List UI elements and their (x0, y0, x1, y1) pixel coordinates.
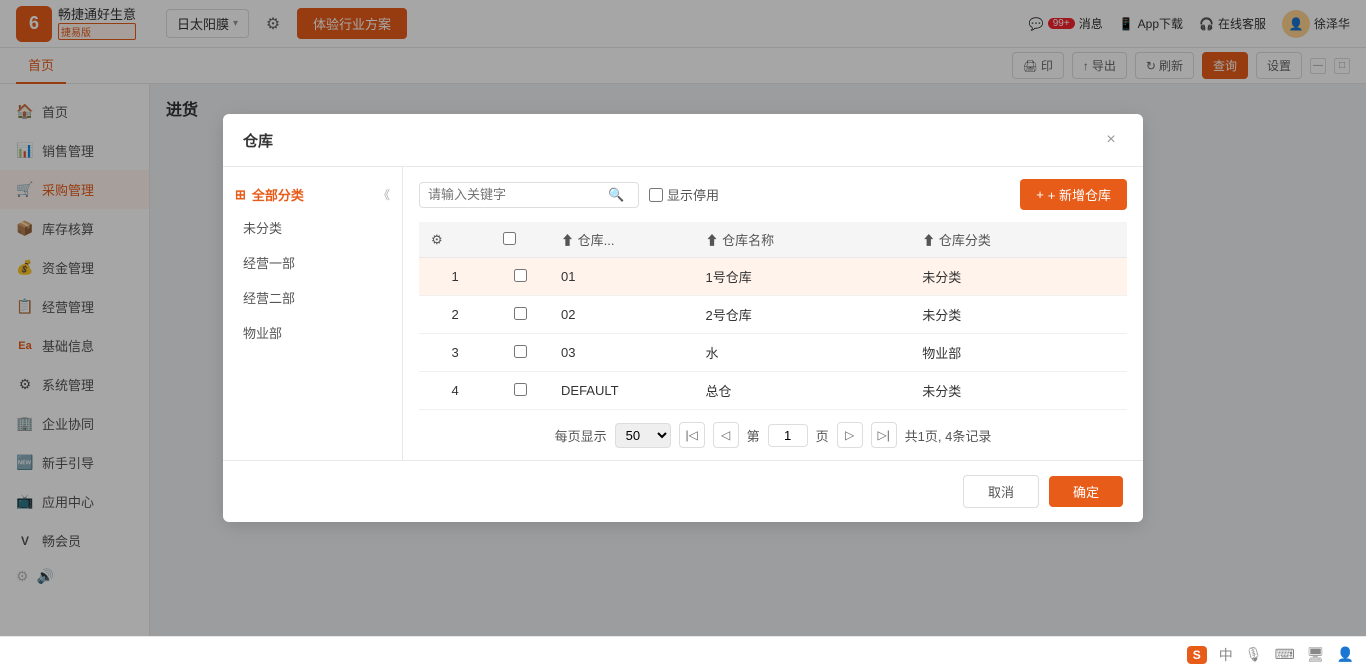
col-header-gear: ⚙ (419, 222, 491, 258)
row-checkbox-2[interactable] (514, 307, 527, 320)
category-all-btn[interactable]: ⊞ 全部分类 (235, 185, 304, 204)
row-code-4: DEFAULT (549, 372, 693, 410)
row-seq-3: 3 (419, 334, 491, 372)
warehouse-modal: 仓库 × ⊞ 全部分类 《 未分类 经营一部 (223, 114, 1143, 522)
row-name-1: 1号仓库 (694, 258, 911, 296)
modal-body: ⊞ 全部分类 《 未分类 经营一部 经营二部 物业部 (223, 167, 1143, 460)
row-checkbox-4[interactable] (514, 383, 527, 396)
row-cat-4: 未分类 (910, 372, 1127, 410)
search-input[interactable] (428, 187, 608, 202)
category-item-property[interactable]: 物业部 (223, 315, 402, 350)
row-name-2: 2号仓库 (694, 296, 911, 334)
col-header-cb (491, 222, 549, 258)
category-item-unclassified[interactable]: 未分类 (223, 210, 402, 245)
row-code-3: 03 (549, 334, 693, 372)
row-cb-3[interactable] (491, 334, 549, 372)
first-page-btn[interactable]: |◁ (679, 422, 705, 448)
col-header-code: ⬆ 仓库... (549, 222, 693, 258)
sort-icon: ⬆ (706, 233, 719, 248)
search-icon[interactable]: 🔍 (608, 187, 624, 203)
new-warehouse-btn[interactable]: + + 新增仓库 (1020, 179, 1127, 210)
row-cat-3: 物业部 (910, 334, 1127, 372)
show-disabled-toggle[interactable]: 显示停用 (649, 185, 719, 204)
show-disabled-checkbox[interactable] (649, 188, 663, 202)
row-seq-2: 2 (419, 296, 491, 334)
modal-close-btn[interactable]: × (1099, 128, 1123, 152)
collapse-btn[interactable]: 《 (378, 186, 390, 203)
modal-footer: 取消 确定 (223, 460, 1143, 522)
status-mic-icon[interactable]: 🎙 (1245, 646, 1263, 663)
table-row[interactable]: 3 03 水 物业部 (419, 334, 1127, 372)
page-word: 第 (747, 426, 760, 445)
status-keyboard-icon[interactable]: ⌨ (1275, 646, 1295, 663)
warehouse-table: ⚙ ⬆ 仓库... ⬆ 仓库名称 (419, 222, 1127, 410)
table-row[interactable]: 2 02 2号仓库 未分类 (419, 296, 1127, 334)
row-checkbox-1[interactable] (514, 269, 527, 282)
table-panel: 🔍 显示停用 + + 新增仓库 (403, 167, 1143, 460)
gear-icon: ⚙ (431, 232, 443, 247)
status-person-icon[interactable]: 👤 (1337, 646, 1354, 663)
cancel-btn[interactable]: 取消 (963, 475, 1039, 508)
modal-title: 仓库 (243, 130, 273, 151)
prev-page-btn[interactable]: ◁ (713, 422, 739, 448)
show-disabled-label: 显示停用 (667, 185, 719, 204)
modal-overlay: 仓库 × ⊞ 全部分类 《 未分类 经营一部 (0, 0, 1366, 636)
page-input[interactable] (768, 424, 808, 447)
row-cb-4[interactable] (491, 372, 549, 410)
pagination: 每页显示 50 100 |◁ ◁ 第 页 ▷ ▷| 共1页, 4条记录 (419, 422, 1127, 448)
next-page-btn[interactable]: ▷ (837, 422, 863, 448)
table-row[interactable]: 4 DEFAULT 总仓 未分类 (419, 372, 1127, 410)
row-seq-4: 4 (419, 372, 491, 410)
per-page-label: 每页显示 (555, 426, 607, 445)
row-cat-2: 未分类 (910, 296, 1127, 334)
select-all-checkbox[interactable] (503, 232, 516, 245)
status-zh-icon[interactable]: 中 (1219, 645, 1233, 665)
col-header-cat: ⬆ 仓库分类 (910, 222, 1127, 258)
category-header: ⊞ 全部分类 《 (223, 179, 402, 210)
row-cb-2[interactable] (491, 296, 549, 334)
table-toolbar: 🔍 显示停用 + + 新增仓库 (419, 179, 1127, 210)
sort-icon: ⬆ (922, 233, 935, 248)
row-cat-1: 未分类 (910, 258, 1127, 296)
row-name-3: 水 (694, 334, 911, 372)
plus-icon: + (1036, 187, 1044, 202)
modal-header: 仓库 × (223, 114, 1143, 167)
row-cb-1[interactable] (491, 258, 549, 296)
category-all-label: 全部分类 (252, 185, 304, 204)
row-seq-1: 1 (419, 258, 491, 296)
category-panel: ⊞ 全部分类 《 未分类 经营一部 经营二部 物业部 (223, 167, 403, 460)
total-info: 共1页, 4条记录 (905, 426, 992, 445)
row-checkbox-3[interactable] (514, 345, 527, 358)
per-page-select[interactable]: 50 100 (615, 423, 671, 448)
col-header-name: ⬆ 仓库名称 (694, 222, 911, 258)
last-page-btn[interactable]: ▷| (871, 422, 897, 448)
row-name-4: 总仓 (694, 372, 911, 410)
confirm-btn[interactable]: 确定 (1049, 476, 1123, 507)
row-code-2: 02 (549, 296, 693, 334)
sort-icon: ⬆ (561, 233, 574, 248)
category-item-ops1[interactable]: 经营一部 (223, 245, 402, 280)
page-unit: 页 (816, 426, 829, 445)
statusbar: S 中 🎙 ⌨ 🖥 👤 (0, 636, 1366, 672)
table-row[interactable]: 1 01 1号仓库 未分类 (419, 258, 1127, 296)
status-window-icon[interactable]: 🖥 (1307, 646, 1325, 663)
row-code-1: 01 (549, 258, 693, 296)
search-box: 🔍 (419, 182, 639, 208)
status-logo: S (1187, 646, 1207, 664)
category-item-ops2[interactable]: 经营二部 (223, 280, 402, 315)
grid-icon: ⊞ (235, 187, 246, 203)
